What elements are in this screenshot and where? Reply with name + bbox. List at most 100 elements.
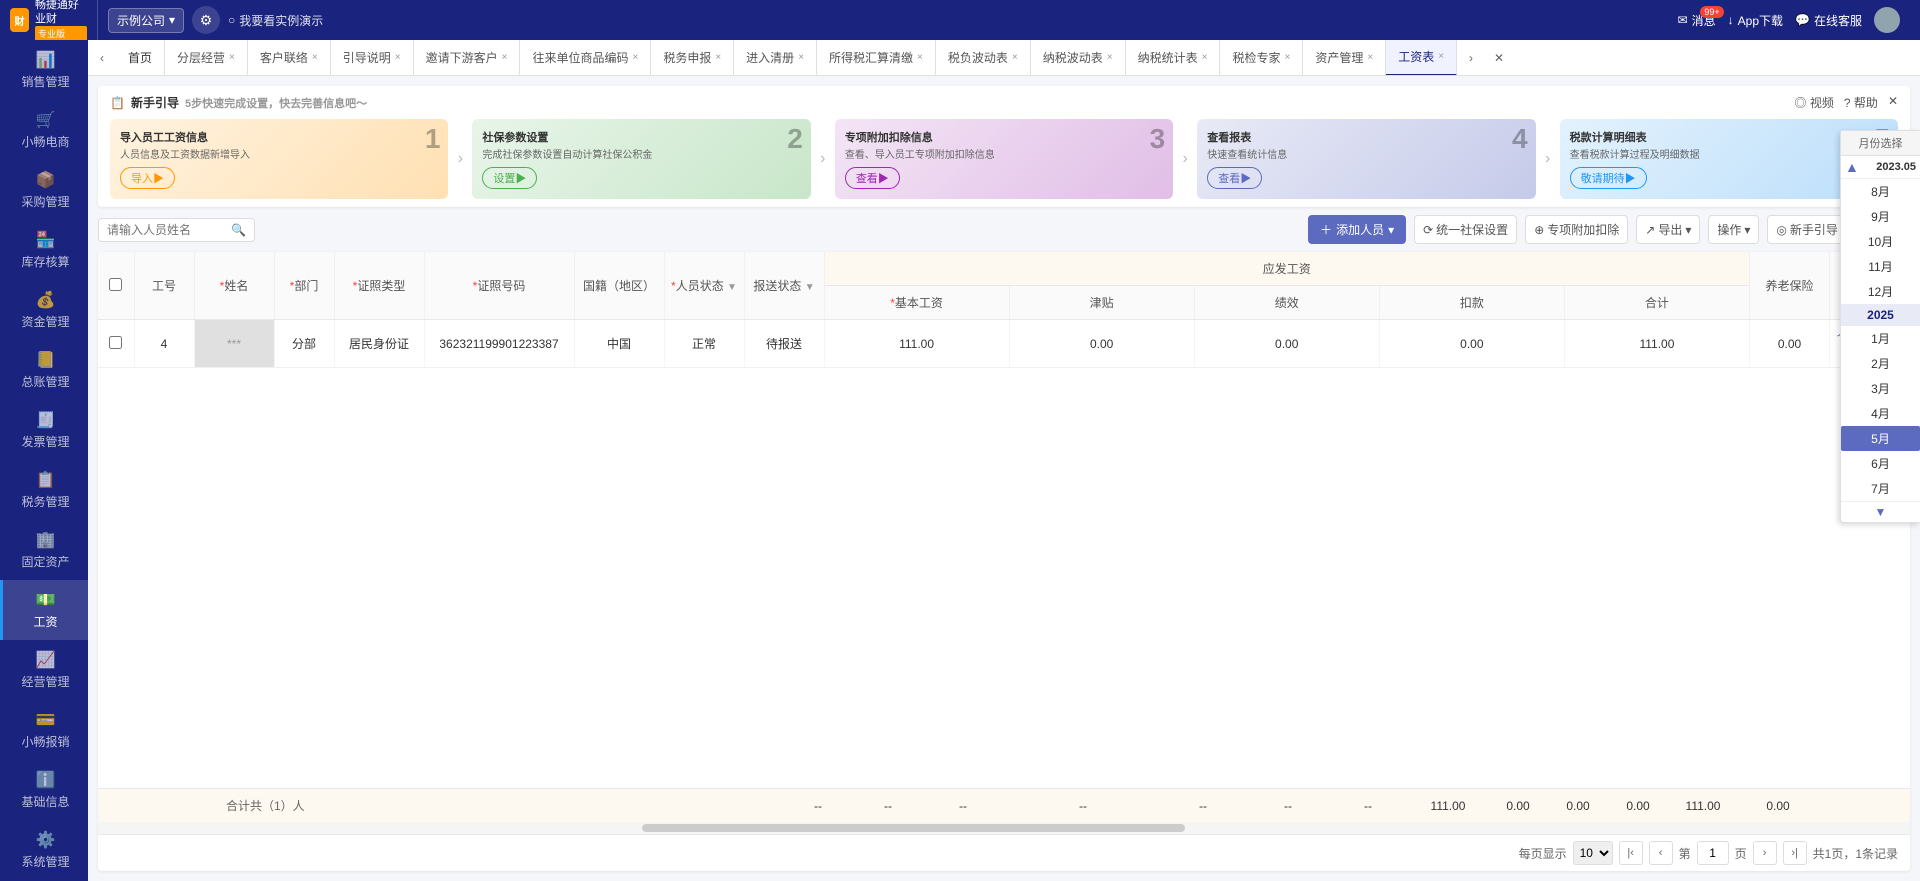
tab-close-icon[interactable]: × [229,52,235,63]
tab-close-icon[interactable]: × [715,52,721,63]
page-size-select[interactable]: 10 20 50 [1573,841,1613,865]
sidebar-item-小畅电商[interactable]: 🛒小畅电商 [0,100,88,160]
prev-page-button[interactable]: ‹ [1649,841,1673,865]
month-item-3月[interactable]: 3月 [1841,376,1920,401]
export-button[interactable]: ↗ 导出 ▾ [1636,215,1700,244]
tab-分层经营[interactable]: 分层经营× [165,40,248,76]
tab-close-icon[interactable]: × [917,52,923,63]
step-button-0[interactable]: 导入▶ [120,167,175,189]
demo-button[interactable]: ○ 我要看实例演示 [228,12,323,29]
tab-引导说明[interactable]: 引导说明× [331,40,414,76]
add-employee-button[interactable]: ＋ 添加人员 ▾ [1308,215,1406,244]
tab-税负波动表[interactable]: 税负波动表× [936,40,1031,76]
step-button-4[interactable]: 敬请期待▶ [1570,167,1647,189]
sidebar-item-采购管理[interactable]: 📦采购管理 [0,160,88,220]
status-filter-icon[interactable]: ▼ [727,282,737,293]
cell-total: 111.00 [1564,320,1749,368]
month-item-2025[interactable]: 2025 [1841,304,1920,326]
month-item-5月[interactable]: 5月 [1841,426,1920,451]
month-up-button[interactable]: ▲ [1845,159,1859,175]
company-selector[interactable]: 示例公司 ▾ [108,8,184,33]
sidebar-item-总账管理[interactable]: 📒总账管理 [0,340,88,400]
search-input[interactable] [107,223,227,237]
sidebar-item-小畅报销[interactable]: 💳小畅报销 [0,700,88,760]
month-item-12月[interactable]: 12月 [1841,279,1920,304]
social-security-button[interactable]: ⟳ 统一社保设置 [1414,215,1517,244]
sidebar-item-基础信息[interactable]: ℹ️基础信息 [0,760,88,820]
scroll-thumb[interactable] [642,824,1186,832]
month-item-4月[interactable]: 4月 [1841,401,1920,426]
guide-help-button[interactable]: ? 帮助 [1844,94,1878,111]
sidebar-item-工资[interactable]: 💵工资 [0,580,88,640]
op-dropdown-icon: ▾ [1744,223,1750,237]
report-filter-icon[interactable]: ▼ [805,282,815,293]
month-item-9月[interactable]: 9月 [1841,204,1920,229]
tab-资产管理[interactable]: 资产管理× [1303,40,1386,76]
tab-税务申报[interactable]: 税务申报× [651,40,734,76]
tab-close-icon[interactable]: × [632,52,638,63]
sidebar-item-销售管理[interactable]: 📊销售管理 [0,40,88,100]
tab-工资表[interactable]: 工资表× [1386,40,1457,76]
step-button-1[interactable]: 设置▶ [482,167,537,189]
row-checkbox[interactable] [109,336,122,349]
avatar[interactable] [1874,7,1900,33]
tab-税检专家[interactable]: 税检专家× [1220,40,1303,76]
horizontal-scrollbar[interactable] [98,822,1910,834]
message-button[interactable]: ✉ 消息 99+ [1678,12,1716,29]
settings-button[interactable]: ⚙ [192,6,220,34]
sidebar-item-经营管理[interactable]: 📈经营管理 [0,640,88,700]
top-right: ✉ 消息 99+ ↓ App下载 💬 在线客服 [1678,7,1910,33]
step-button-3[interactable]: 查看▶ [1207,167,1262,189]
sidebar-item-固定资产[interactable]: 🏢固定资产 [0,520,88,580]
tab-往来单位商品编码[interactable]: 往来单位商品编码× [520,40,651,76]
month-item-10月[interactable]: 10月 [1841,229,1920,254]
tab-close-icon[interactable]: × [798,52,804,63]
tab-邀请下游客户[interactable]: 邀请下游客户× [414,40,521,76]
tab-纳税统计表[interactable]: 纳税统计表× [1126,40,1221,76]
tab-close-icon[interactable]: × [1012,52,1018,63]
page-input[interactable] [1697,841,1729,865]
tab-所得税汇算清缴[interactable]: 所得税汇算清缴× [817,40,936,76]
tab-close-icon[interactable]: × [1284,52,1290,63]
step-button-2[interactable]: 查看▶ [845,167,900,189]
sidebar-item-资金管理[interactable]: 💰资金管理 [0,280,88,340]
month-item-7月[interactable]: 7月 [1841,476,1920,501]
tab-prev-button[interactable]: ‹ [88,40,116,76]
guide-close-button[interactable]: ✕ [1888,94,1898,111]
tab-close-icon[interactable]: × [1367,52,1373,63]
guide-video-button[interactable]: ◎ 视频 [1795,94,1834,111]
tab-纳税波动表[interactable]: 纳税波动表× [1031,40,1126,76]
tab-close-all-button[interactable]: ✕ [1485,40,1513,76]
select-all-checkbox[interactable] [109,278,122,291]
last-page-button[interactable]: ›| [1783,841,1807,865]
guide-button[interactable]: ◎ 新手引导 [1767,215,1847,244]
demo-icon: ○ [228,13,235,27]
tab-next-button[interactable]: › [1457,40,1485,76]
sidebar-item-税务管理[interactable]: 📋税务管理 [0,460,88,520]
tab-close-icon[interactable]: × [1202,52,1208,63]
operation-button[interactable]: 操作 ▾ [1708,215,1759,244]
month-item-8月[interactable]: 8月 [1841,179,1920,204]
demo-label: 我要看实例演示 [239,12,323,29]
month-item-6月[interactable]: 6月 [1841,451,1920,476]
tab-close-icon[interactable]: × [1438,51,1444,62]
tab-客户联络[interactable]: 客户联络× [248,40,331,76]
month-item-2月[interactable]: 2月 [1841,351,1920,376]
next-page-button[interactable]: › [1753,841,1777,865]
special-deduction-button[interactable]: ⊕ 专项附加扣除 [1525,215,1628,244]
first-page-button[interactable]: |‹ [1619,841,1643,865]
tab-首页[interactable]: 首页 [116,40,165,76]
tab-close-icon[interactable]: × [312,52,318,63]
online-service-button[interactable]: 💬 在线客服 [1795,12,1862,29]
sidebar-item-系统管理[interactable]: ⚙️系统管理 [0,820,88,880]
tab-close-icon[interactable]: × [1107,52,1113,63]
sidebar-item-库存核算[interactable]: 🏪库存核算 [0,220,88,280]
app-download-button[interactable]: ↓ App下载 [1728,12,1783,29]
sidebar-item-发票管理[interactable]: 🧾发票管理 [0,400,88,460]
tab-close-icon[interactable]: × [395,52,401,63]
tab-进入清册[interactable]: 进入清册× [734,40,817,76]
month-down-button[interactable]: ▼ [1875,505,1887,519]
month-item-1月[interactable]: 1月 [1841,326,1920,351]
month-item-11月[interactable]: 11月 [1841,254,1920,279]
tab-close-icon[interactable]: × [502,52,508,63]
